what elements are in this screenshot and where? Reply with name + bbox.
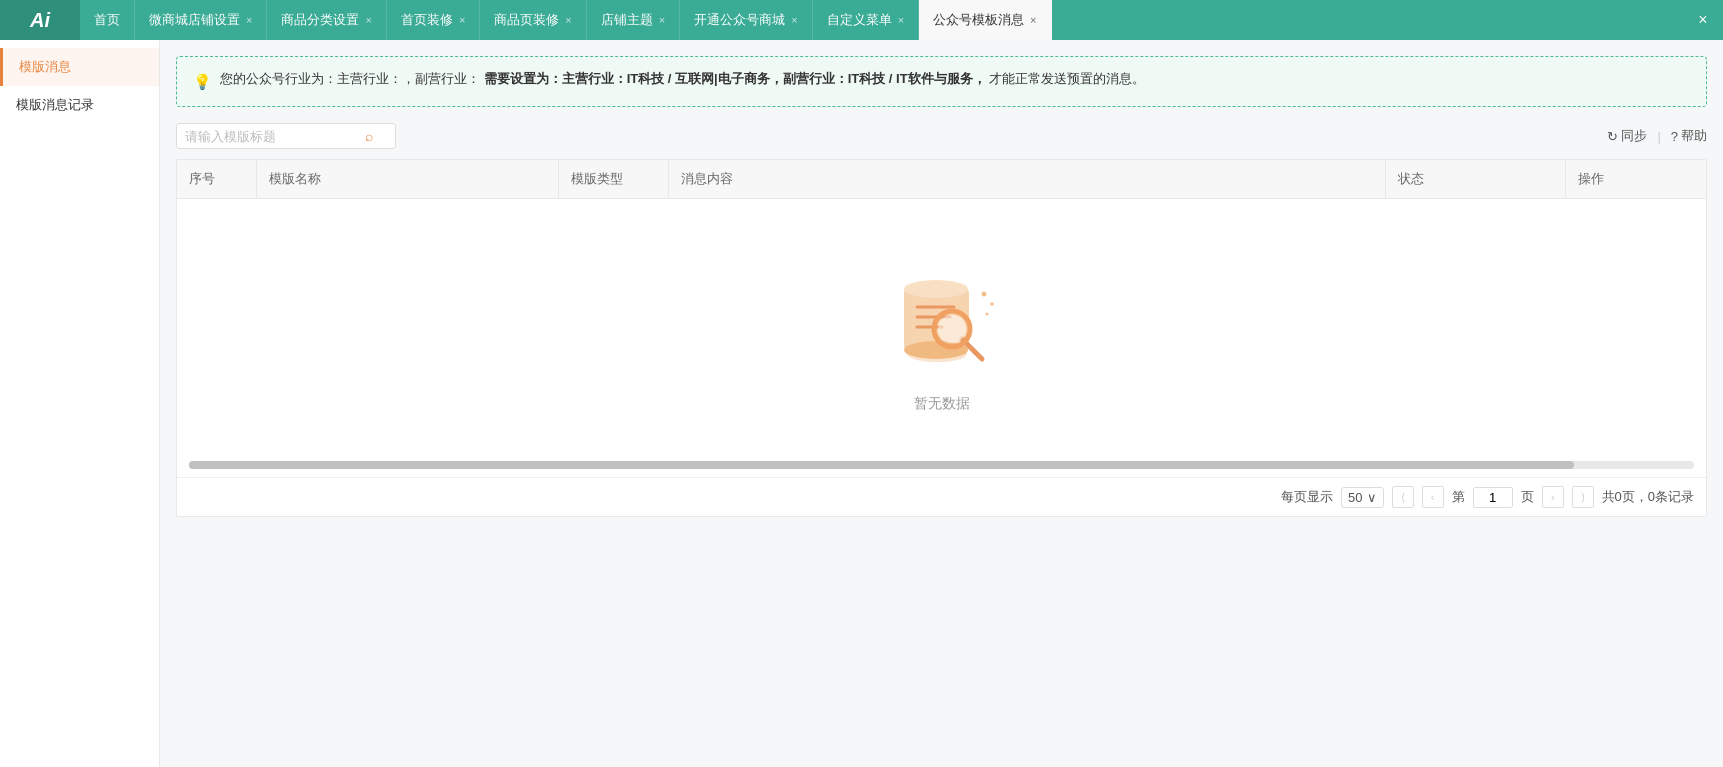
- nav-tab-mall[interactable]: 开通公众号商城×: [680, 0, 812, 40]
- window-close-button[interactable]: ×: [1683, 0, 1723, 40]
- sync-label: 同步: [1621, 127, 1647, 145]
- horizontal-scrollbar-area: [177, 453, 1706, 477]
- empty-text: 暂无数据: [914, 395, 970, 413]
- col-header-action: 操作: [1566, 160, 1706, 198]
- per-page-value: 50: [1348, 490, 1362, 505]
- per-page-label: 每页显示: [1281, 488, 1333, 506]
- nav-tab-close-product[interactable]: ×: [565, 14, 571, 26]
- main-layout: 模版消息模版消息记录 💡 您的公众号行业为：主营行业：，副营行业： 需要设置为：…: [0, 40, 1723, 767]
- nav-tab-close-mall[interactable]: ×: [791, 14, 797, 26]
- bulb-icon: 💡: [193, 70, 212, 94]
- top-nav-bar: Ai 首页微商城店铺设置×商品分类设置×首页装修×商品页装修×店铺主题×开通公众…: [0, 0, 1723, 40]
- svg-point-12: [985, 313, 988, 316]
- nav-tab-weshop[interactable]: 微商城店铺设置×: [135, 0, 267, 40]
- svg-point-10: [981, 292, 986, 297]
- refresh-icon: ↻: [1607, 129, 1618, 144]
- help-icon: ?: [1671, 129, 1678, 144]
- nav-tab-close-weshop[interactable]: ×: [246, 14, 252, 26]
- data-table: 序号 模版名称 模版类型 消息内容 状态 操作: [176, 159, 1707, 517]
- notice-suffix: 才能正常发送预置的消息。: [989, 71, 1145, 86]
- notice-prefix: 您的公众号行业为：主营行业：，副营行业：: [220, 71, 480, 86]
- nav-tab-home[interactable]: 首页: [80, 0, 135, 40]
- nav-tab-close-template[interactable]: ×: [1030, 14, 1036, 26]
- prev-page-button[interactable]: ‹: [1422, 486, 1444, 508]
- page-prefix-label: 第: [1452, 488, 1465, 506]
- nav-tab-menu[interactable]: 自定义菜单×: [813, 0, 919, 40]
- top-right-actions: ↻ 同步 | ? 帮助: [1607, 127, 1707, 145]
- help-button[interactable]: ? 帮助: [1671, 127, 1707, 145]
- nav-tab-close-menu[interactable]: ×: [898, 14, 904, 26]
- nav-tab-theme[interactable]: 店铺主题×: [587, 0, 680, 40]
- chevron-down-icon: ∨: [1367, 490, 1377, 505]
- sidebar: 模版消息模版消息记录: [0, 40, 160, 767]
- page-unit-label: 页: [1521, 488, 1534, 506]
- search-bar: ⌕ ↻ 同步 | ? 帮助: [176, 123, 1707, 149]
- search-button[interactable]: ⌕: [365, 128, 373, 144]
- col-header-content: 消息内容: [669, 160, 1386, 198]
- scrollbar-track[interactable]: [189, 461, 1694, 469]
- nav-tabs: 首页微商城店铺设置×商品分类设置×首页装修×商品页装修×店铺主题×开通公众号商城…: [80, 0, 1683, 40]
- nav-tab-template[interactable]: 公众号模板消息×: [919, 0, 1051, 40]
- empty-illustration: [882, 259, 1002, 379]
- next-page-button[interactable]: ›: [1542, 486, 1564, 508]
- col-header-status: 状态: [1386, 160, 1566, 198]
- last-page-button[interactable]: ⟩: [1572, 486, 1594, 508]
- app-logo: Ai: [0, 0, 80, 40]
- table-header: 序号 模版名称 模版类型 消息内容 状态 操作: [177, 160, 1706, 199]
- pagination: 每页显示 50 ∨ ⟨ ‹ 第 页 › ⟩ 共0页，0条记录: [177, 477, 1706, 516]
- nav-tab-product[interactable]: 商品页装修×: [480, 0, 586, 40]
- nav-tab-close-category[interactable]: ×: [365, 14, 371, 26]
- first-page-button[interactable]: ⟨: [1392, 486, 1414, 508]
- nav-tab-category[interactable]: 商品分类设置×: [267, 0, 386, 40]
- col-header-name: 模版名称: [257, 160, 559, 198]
- nav-tab-close-homepage[interactable]: ×: [459, 14, 465, 26]
- search-input-wrap[interactable]: ⌕: [176, 123, 396, 149]
- help-label: 帮助: [1681, 127, 1707, 145]
- divider: |: [1657, 129, 1660, 144]
- svg-point-11: [990, 302, 994, 306]
- notice-text: 您的公众号行业为：主营行业：，副营行业： 需要设置为：主营行业：IT科技 / 互…: [220, 69, 1145, 90]
- sidebar-item-template-record[interactable]: 模版消息记录: [0, 86, 159, 124]
- sync-button[interactable]: ↻ 同步: [1607, 127, 1647, 145]
- notice-highlight: 需要设置为：主营行业：IT科技 / 互联网|电子商务，副营行业：IT科技 / I…: [484, 71, 986, 86]
- svg-point-9: [938, 315, 966, 343]
- svg-point-2: [904, 280, 968, 298]
- col-header-seq: 序号: [177, 160, 257, 198]
- sidebar-item-template-msg[interactable]: 模版消息: [0, 48, 159, 86]
- current-page-input[interactable]: [1473, 487, 1513, 508]
- col-header-type: 模版类型: [559, 160, 669, 198]
- nav-tab-homepage[interactable]: 首页装修×: [387, 0, 480, 40]
- scrollbar-thumb[interactable]: [189, 461, 1574, 469]
- per-page-select[interactable]: 50 ∨: [1341, 487, 1383, 508]
- empty-state: 暂无数据: [177, 199, 1706, 453]
- notice-banner: 💡 您的公众号行业为：主营行业：，副营行业： 需要设置为：主营行业：IT科技 /…: [176, 56, 1707, 107]
- content-area: 💡 您的公众号行业为：主营行业：，副营行业： 需要设置为：主营行业：IT科技 /…: [160, 40, 1723, 767]
- search-input[interactable]: [185, 129, 365, 144]
- nav-tab-close-theme[interactable]: ×: [659, 14, 665, 26]
- total-label: 共0页，0条记录: [1602, 488, 1694, 506]
